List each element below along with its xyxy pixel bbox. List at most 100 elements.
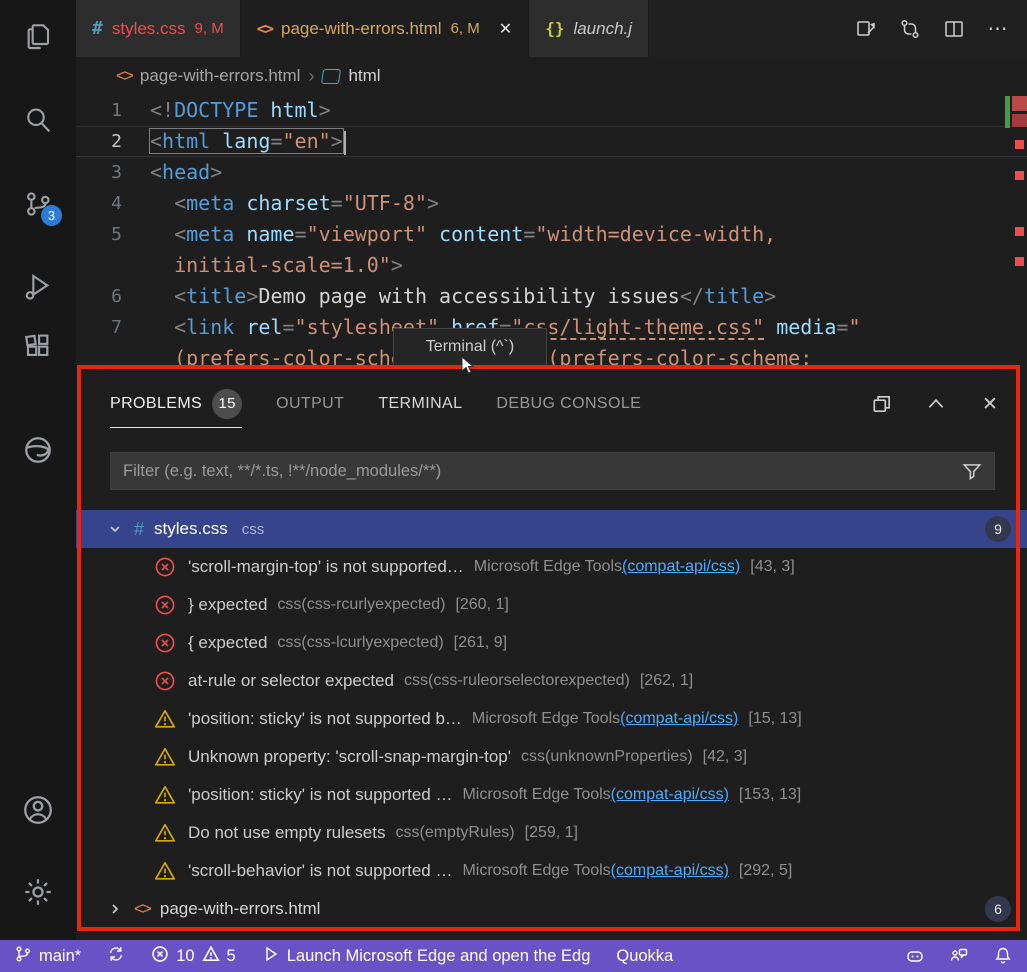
accounts-activity-button[interactable] (0, 790, 76, 834)
panel-tab-problems[interactable]: PROBLEMS 15 (110, 380, 242, 428)
problem-message: at-rule or selector expected (188, 671, 394, 691)
problem-row[interactable]: at-rule or selector expected css(css-rule… (76, 662, 1027, 700)
problem-row[interactable]: 'scroll-margin-top' is not supported…Mic… (76, 548, 1027, 586)
warning-count-icon (202, 945, 220, 968)
compat-api-link[interactable]: (compat-api/css) (611, 862, 729, 880)
vscode-window: { "colors": { "status_bar_bg": "#6852c6"… (0, 0, 1027, 972)
panel-tab-debug-console[interactable]: DEBUG CONSOLE (496, 380, 641, 428)
chevron-right-icon (106, 901, 124, 917)
group-file-name: page-with-errors.html (160, 899, 321, 919)
problem-source: css(css-ruleorselectorexpected) (404, 672, 630, 690)
compat-api-link[interactable]: (compat-api/css) (620, 710, 738, 728)
breadcrumb: <> page-with-errors.html › html (76, 57, 1027, 95)
problem-location: [153, 13] (739, 786, 801, 804)
breadcrumb-symbol[interactable]: html (348, 66, 380, 86)
overview-error-mark (1015, 257, 1024, 266)
git-branch-item[interactable]: main* (14, 945, 81, 968)
problem-row[interactable]: 'position: sticky' is not supported b…Mi… (76, 700, 1027, 738)
extensions-activity-button[interactable] (0, 326, 76, 370)
problem-location: [43, 3] (750, 558, 794, 576)
settings-activity-button[interactable] (0, 872, 76, 916)
code-line[interactable]: 4 <meta charset="UTF-8"> (76, 188, 1027, 219)
notifications-bell-icon[interactable] (993, 946, 1013, 966)
maximize-panel-icon[interactable] (921, 389, 951, 419)
group-problem-count-badge: 6 (985, 896, 1011, 922)
problem-row[interactable]: 'scroll-behavior' is not supported …Micr… (76, 852, 1027, 890)
quokka-label: Quokka (616, 947, 673, 966)
problem-source: css(emptyRules) (395, 824, 514, 842)
minimap-error-mark (1012, 114, 1027, 127)
code-text: <html lang="en"> (150, 126, 1027, 157)
tab-launch-json[interactable]: {} launch.j (529, 0, 649, 57)
code-line[interactable]: 2<html lang="en"> (76, 126, 1027, 157)
files-icon (22, 20, 54, 57)
problem-location: [262, 1] (640, 672, 693, 690)
sync-item[interactable] (107, 945, 125, 968)
debug-launch-icon (262, 945, 280, 968)
open-changes-icon[interactable] (851, 14, 881, 44)
problems-status-item[interactable]: 10 5 (151, 945, 236, 968)
launch-edge-item[interactable]: Launch Microsoft Edge and open the Edg (262, 945, 591, 968)
copilot-icon[interactable] (905, 946, 925, 966)
code-line[interactable]: initial-scale=1.0"> (76, 250, 1027, 281)
split-editor-icon[interactable] (939, 14, 969, 44)
source-control-activity-button[interactable]: 3 (0, 184, 76, 228)
explorer-activity-button[interactable] (0, 16, 76, 60)
problem-message: 'scroll-behavior' is not supported … (188, 861, 452, 881)
sync-icon (107, 945, 125, 968)
problem-row[interactable]: { expectedcss(css-lcurlyexpected)[261, 9… (76, 624, 1027, 662)
tab-page-with-errors-html[interactable]: <> page-with-errors.html 6, M ✕ (241, 0, 529, 57)
tab-problem-decoration: 9, M (195, 20, 224, 37)
problems-tree: # styles.css css 9 'scroll-margin-top' i… (76, 510, 1027, 928)
mouse-cursor (458, 356, 476, 381)
warning-icon (154, 708, 176, 730)
panel-tab-output[interactable]: OUTPUT (276, 380, 344, 428)
css-file-icon: # (134, 519, 144, 540)
run-debug-icon (22, 270, 54, 307)
code-line[interactable]: 3<head> (76, 157, 1027, 188)
panel-tab-terminal[interactable]: TERMINAL (378, 380, 462, 428)
symbol-html-icon (321, 69, 341, 84)
minimap-git-mark (1005, 96, 1010, 128)
code-line[interactable]: 1<!DOCTYPE html> (76, 95, 1027, 126)
code-line[interactable]: 6 <title>Demo page with accessibility is… (76, 281, 1027, 312)
compat-api-link[interactable]: (compat-api/css) (611, 786, 729, 804)
problems-group-page-with-errors[interactable]: <> page-with-errors.html 6 (76, 890, 1027, 928)
edge-devtools-activity-button[interactable] (0, 430, 76, 474)
code-line[interactable]: 5 <meta name="viewport" content="width=d… (76, 219, 1027, 250)
error-icon (154, 632, 176, 654)
problems-group-styles-css[interactable]: # styles.css css 9 (76, 510, 1027, 548)
text-cursor (344, 131, 346, 155)
search-icon (22, 104, 54, 141)
tab-styles-css[interactable]: # styles.css 9, M (76, 0, 241, 57)
breadcrumb-file[interactable]: page-with-errors.html (140, 66, 301, 86)
problem-row[interactable]: } expectedcss(css-rcurlyexpected)[260, 1… (76, 586, 1027, 624)
edge-browser-icon (21, 433, 55, 472)
close-panel-icon[interactable]: ✕ (975, 389, 1005, 419)
restore-panel-icon[interactable] (867, 389, 897, 419)
bottom-panel: PROBLEMS 15 OUTPUT TERMINAL DEBUG CONSOL… (76, 367, 1027, 940)
more-actions-icon[interactable]: ⋯ (983, 14, 1013, 44)
problem-row[interactable]: 'position: sticky' is not supported …Mic… (76, 776, 1027, 814)
problem-location: [292, 5] (739, 862, 792, 880)
problem-source: Microsoft Edge Tools (474, 558, 622, 576)
code-text: <!DOCTYPE html> (150, 95, 1027, 126)
problems-filter-input[interactable] (111, 462, 962, 481)
feedback-icon[interactable] (949, 946, 969, 966)
quokka-item[interactable]: Quokka (616, 947, 673, 966)
line-number: 2 (76, 126, 150, 157)
close-tab-icon[interactable]: ✕ (499, 19, 512, 39)
search-activity-button[interactable] (0, 100, 76, 144)
problems-list: 'scroll-margin-top' is not supported…Mic… (76, 548, 1027, 890)
problem-row[interactable]: Do not use empty rulesetscss(emptyRules)… (76, 814, 1027, 852)
run-debug-activity-button[interactable] (0, 266, 76, 310)
problem-location: [260, 1] (455, 596, 508, 614)
compat-api-link[interactable]: (compat-api/css) (622, 558, 740, 576)
source-control-compare-icon[interactable] (895, 14, 925, 44)
group-problem-count-badge: 9 (985, 516, 1011, 542)
problem-row[interactable]: Unknown property: 'scroll-snap-margin-to… (76, 738, 1027, 776)
overview-error-mark (1015, 227, 1024, 236)
problem-location: [259, 1] (525, 824, 578, 842)
code-line[interactable]: 7 <link rel="stylesheet" href="css/light… (76, 312, 1027, 343)
html-file-icon: <> (116, 66, 132, 86)
